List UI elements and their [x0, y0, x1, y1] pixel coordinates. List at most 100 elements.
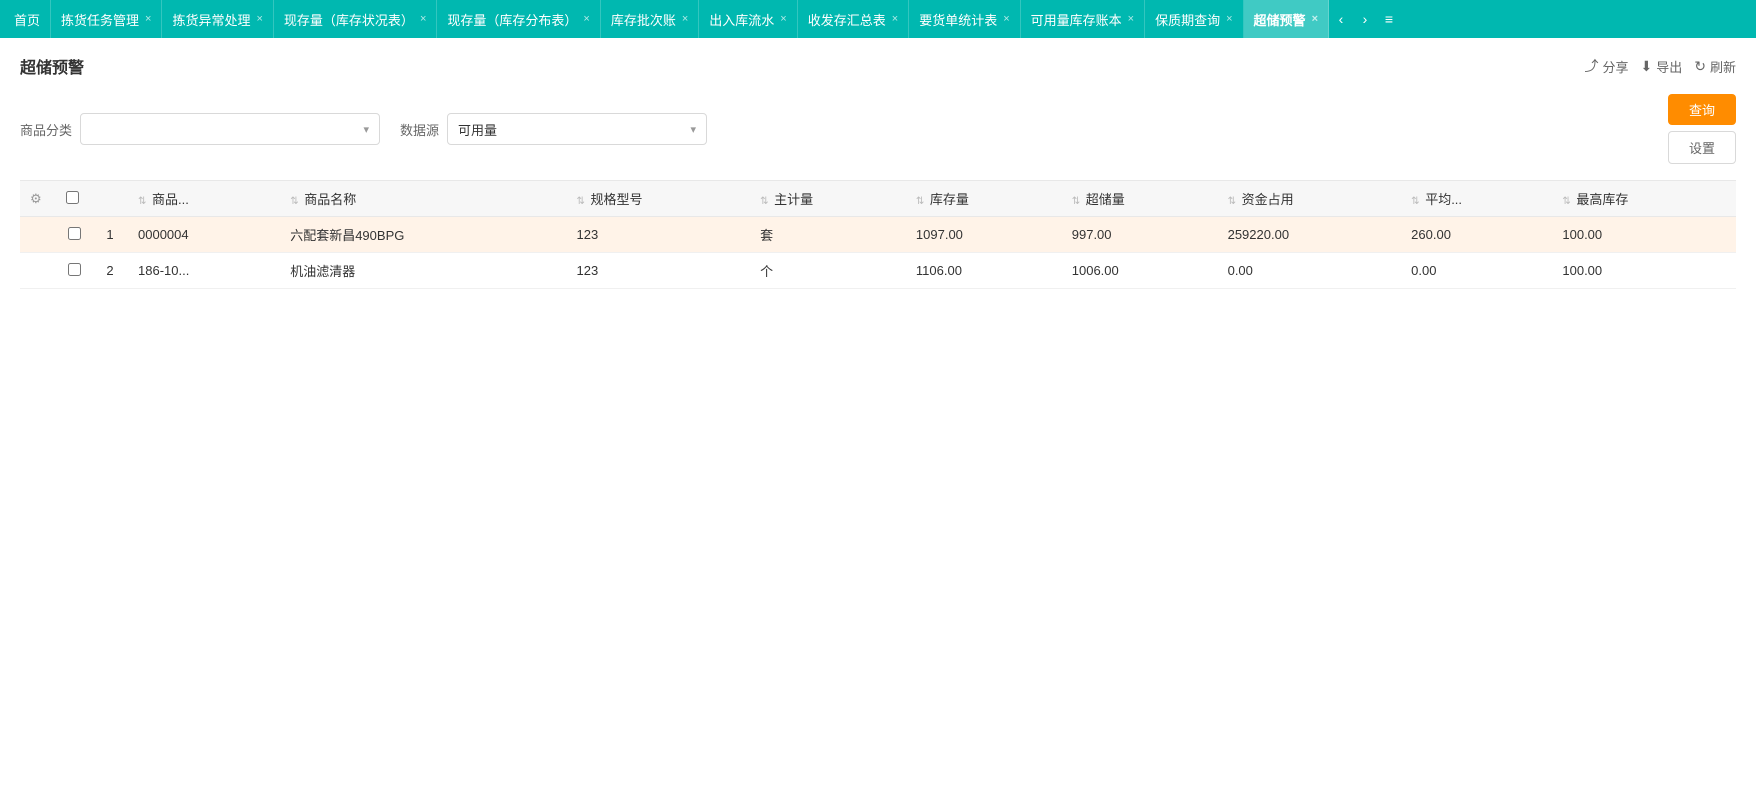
- table-row: 2 186-10... 机油滤清器 123 个 1106.00 1006.00 …: [20, 253, 1736, 289]
- chevron-down-icon: ▾: [363, 123, 369, 136]
- stock-cell: 1106.00: [906, 253, 1062, 289]
- top-nav: 首页 拣货任务管理 × 拣货异常处理 × 现存量（库存状况表） × 现存量（库存…: [0, 0, 1756, 38]
- chevron-down-icon: ▾: [691, 123, 697, 136]
- close-icon[interactable]: ×: [682, 13, 688, 25]
- product-name-cell: 六配套新昌490BPG: [280, 217, 566, 253]
- sort-icon: ⇅: [576, 196, 584, 207]
- nav-inventory-distribution[interactable]: 现存量（库存分布表） ×: [437, 0, 600, 38]
- datasource-select[interactable]: 可用量 ▾: [447, 113, 707, 145]
- max-stock-col-header[interactable]: ⇅ 最高库存: [1552, 181, 1736, 217]
- product-code-cell: 186-10...: [128, 253, 280, 289]
- datasource-label: 数据源: [400, 120, 439, 139]
- settings-button[interactable]: 设置: [1668, 131, 1736, 164]
- close-icon[interactable]: ×: [256, 13, 262, 25]
- overstock-col-header[interactable]: ⇅ 超储量: [1062, 181, 1218, 217]
- sort-icon: ⇅: [1072, 196, 1080, 207]
- unit-col-header[interactable]: ⇅ 主计量: [750, 181, 906, 217]
- stock-cell: 1097.00: [906, 217, 1062, 253]
- header-actions: ⤴ 分享 ⬇ 导出 ↻ 刷新: [1584, 56, 1736, 76]
- nav-task-management[interactable]: 拣货任务管理 ×: [51, 0, 162, 38]
- avg-price-cell: 0.00: [1401, 253, 1552, 289]
- row-gear-cell: [20, 217, 56, 253]
- action-buttons: 查询 设置: [1668, 94, 1736, 164]
- export-icon: ⬇: [1641, 58, 1653, 75]
- spec-cell: 123: [566, 217, 750, 253]
- filter-row: 商品分类 ▾ 数据源 可用量 ▾ 查询 设置: [20, 94, 1736, 164]
- nav-next-arrow[interactable]: ›: [1353, 0, 1377, 38]
- product-name-col-header[interactable]: ⇅ 商品名称: [280, 181, 566, 217]
- close-icon[interactable]: ×: [1226, 13, 1232, 25]
- refresh-button[interactable]: ↻ 刷新: [1694, 57, 1736, 76]
- query-button[interactable]: 查询: [1668, 94, 1736, 125]
- export-button[interactable]: ⬇ 导出: [1641, 57, 1683, 76]
- data-table: ⚙ ⇅ 商品... ⇅ 商品名称 ⇅ 规格型号: [20, 180, 1736, 289]
- share-icon: ⤴: [1584, 56, 1598, 76]
- product-name-cell: 机油滤清器: [280, 253, 566, 289]
- nav-exception-handling[interactable]: 拣货异常处理 ×: [162, 0, 273, 38]
- nav-demand-stats[interactable]: 要货单统计表 ×: [909, 0, 1020, 38]
- category-filter: 商品分类 ▾: [20, 113, 380, 145]
- checkbox-col-header: [56, 181, 92, 217]
- gear-col-header: ⚙: [20, 181, 56, 217]
- overstock-cell: 1006.00: [1062, 253, 1218, 289]
- sort-icon: ⇅: [916, 196, 924, 207]
- overstock-cell: 997.00: [1062, 217, 1218, 253]
- row-checkbox-cell[interactable]: [56, 217, 92, 253]
- page-title: 超储预警: [20, 54, 84, 78]
- close-icon[interactable]: ×: [145, 13, 151, 25]
- product-code-cell: 0000004: [128, 217, 280, 253]
- max-stock-cell: 100.00: [1552, 253, 1736, 289]
- close-icon[interactable]: ×: [1003, 13, 1009, 25]
- share-button[interactable]: ⤴ 分享: [1584, 56, 1628, 76]
- close-icon[interactable]: ×: [892, 13, 898, 25]
- max-stock-cell: 100.00: [1552, 217, 1736, 253]
- nav-overstock-warning[interactable]: 超储预警 ×: [1244, 0, 1329, 38]
- sort-icon: ⇅: [760, 196, 768, 207]
- nav-summary-table[interactable]: 收发存汇总表 ×: [798, 0, 909, 38]
- datasource-value: 可用量: [458, 120, 497, 139]
- close-icon[interactable]: ×: [780, 13, 786, 25]
- select-all-checkbox[interactable]: [66, 191, 79, 204]
- spec-cell: 123: [566, 253, 750, 289]
- close-icon[interactable]: ×: [1128, 13, 1134, 25]
- page-header: 超储预警 ⤴ 分享 ⬇ 导出 ↻ 刷新: [20, 54, 1736, 78]
- category-select[interactable]: ▾: [80, 113, 380, 145]
- row-checkbox[interactable]: [68, 263, 81, 276]
- product-code-col-header[interactable]: ⇅ 商品...: [128, 181, 280, 217]
- table-row: 1 0000004 六配套新昌490BPG 123 套 1097.00 997.…: [20, 217, 1736, 253]
- sort-icon: ⇅: [1562, 196, 1570, 207]
- avg-price-cell: 260.00: [1401, 217, 1552, 253]
- datasource-filter: 数据源 可用量 ▾: [400, 113, 707, 145]
- refresh-icon: ↻: [1694, 58, 1706, 75]
- capital-cell: 0.00: [1218, 253, 1402, 289]
- nav-more-arrow[interactable]: ≡: [1377, 0, 1401, 38]
- sort-icon: ⇅: [290, 196, 298, 207]
- nav-expiry-query[interactable]: 保质期查询 ×: [1145, 0, 1243, 38]
- stock-col-header[interactable]: ⇅ 库存量: [906, 181, 1062, 217]
- nav-batch-account[interactable]: 库存批次账 ×: [601, 0, 699, 38]
- nav-prev-arrow[interactable]: ‹: [1329, 0, 1353, 38]
- nav-in-out-flow[interactable]: 出入库流水 ×: [699, 0, 797, 38]
- gear-icon[interactable]: ⚙: [30, 191, 42, 206]
- nav-inventory-status[interactable]: 现存量（库存状况表） ×: [274, 0, 437, 38]
- row-checkbox[interactable]: [68, 227, 81, 240]
- close-icon[interactable]: ×: [1312, 13, 1318, 25]
- sort-icon: ⇅: [138, 196, 146, 207]
- close-icon[interactable]: ×: [583, 13, 589, 25]
- unit-cell: 套: [750, 217, 906, 253]
- num-col-header: [92, 181, 128, 217]
- nav-home[interactable]: 首页: [4, 0, 51, 38]
- page-container: 超储预警 ⤴ 分享 ⬇ 导出 ↻ 刷新 商品分类 ▾ 数据源: [0, 38, 1756, 800]
- row-checkbox-cell[interactable]: [56, 253, 92, 289]
- category-label: 商品分类: [20, 120, 72, 139]
- close-icon[interactable]: ×: [420, 13, 426, 25]
- capital-cell: 259220.00: [1218, 217, 1402, 253]
- nav-available-ledger[interactable]: 可用量库存账本 ×: [1021, 0, 1145, 38]
- spec-col-header[interactable]: ⇅ 规格型号: [566, 181, 750, 217]
- capital-col-header[interactable]: ⇅ 资金占用: [1218, 181, 1402, 217]
- row-num-cell: 1: [92, 217, 128, 253]
- sort-icon: ⇅: [1411, 196, 1419, 207]
- row-gear-cell: [20, 253, 56, 289]
- row-num-cell: 2: [92, 253, 128, 289]
- avg-price-col-header[interactable]: ⇅ 平均...: [1401, 181, 1552, 217]
